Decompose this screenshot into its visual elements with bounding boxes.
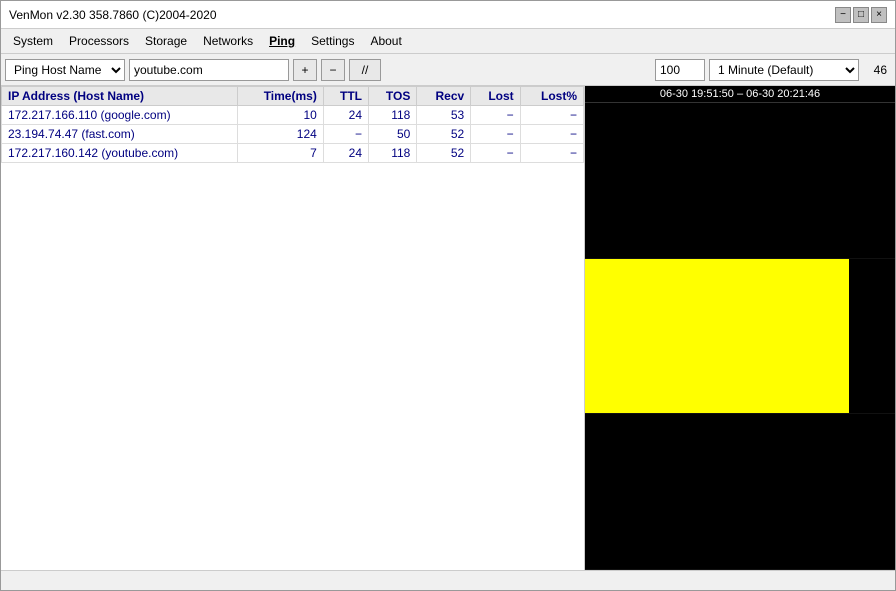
cell-tos: 118	[369, 106, 417, 125]
cell-lost: −	[471, 125, 521, 144]
interval-select[interactable]: 1 Minute (Default) 5 Minutes 15 Minutes …	[709, 59, 859, 81]
cell-recv: 53	[417, 106, 471, 125]
graph-section: 06-30 19:51:50 – 06-30 20:21:46	[585, 86, 895, 570]
cell-ttl: 24	[323, 106, 368, 125]
cell-tos: 50	[369, 125, 417, 144]
cell-time: 7	[238, 144, 323, 163]
col-header-lost-pct: Lost%	[520, 87, 583, 106]
cell-lost-pct: −	[520, 144, 583, 163]
menu-ping[interactable]: Ping	[261, 31, 303, 51]
host-input[interactable]	[129, 59, 289, 81]
cell-ip: 172.217.166.110 (google.com)	[2, 106, 238, 125]
graph-time-range: 06-30 19:51:50 – 06-30 20:21:46	[585, 86, 895, 103]
cell-ttl: 24	[323, 144, 368, 163]
graph-bar	[585, 414, 895, 569]
graph-row-item	[585, 103, 895, 259]
pause-button[interactable]: //	[349, 59, 381, 81]
toolbar: Ping Host Name Ping IP Address + − // 1 …	[1, 54, 895, 86]
title-bar: VenMon v2.30 358.7860 (C)2004-2020 − □ ×	[1, 1, 895, 29]
graph-rows	[585, 103, 895, 570]
cell-ttl: −	[323, 125, 368, 144]
graph-bar	[585, 259, 849, 414]
table-row: 23.194.74.47 (fast.com) 124 − 50 52 − −	[2, 125, 584, 144]
menu-storage[interactable]: Storage	[137, 31, 195, 51]
col-header-ttl: TTL	[323, 87, 368, 106]
table-header-row: IP Address (Host Name) Time(ms) TTL TOS …	[2, 87, 584, 106]
col-header-recv: Recv	[417, 87, 471, 106]
col-header-ip: IP Address (Host Name)	[2, 87, 238, 106]
col-header-lost: Lost	[471, 87, 521, 106]
status-bar	[1, 570, 895, 590]
cell-recv: 52	[417, 144, 471, 163]
menu-bar: System Processors Storage Networks Ping …	[1, 29, 895, 54]
menu-system[interactable]: System	[5, 31, 61, 51]
menu-processors[interactable]: Processors	[61, 31, 137, 51]
host-type-select[interactable]: Ping Host Name Ping IP Address	[5, 59, 125, 81]
cell-lost: −	[471, 144, 521, 163]
ping-count: 46	[863, 63, 891, 77]
graph-row-item	[585, 414, 895, 570]
cell-lost-pct: −	[520, 125, 583, 144]
cell-lost: −	[471, 106, 521, 125]
cell-time: 10	[238, 106, 323, 125]
cell-recv: 52	[417, 125, 471, 144]
count-input[interactable]	[655, 59, 705, 81]
col-header-time: Time(ms)	[238, 87, 323, 106]
col-header-tos: TOS	[369, 87, 417, 106]
menu-networks[interactable]: Networks	[195, 31, 261, 51]
minus-button[interactable]: −	[321, 59, 345, 81]
table-row: 172.217.160.142 (youtube.com) 7 24 118 5…	[2, 144, 584, 163]
graph-bar	[585, 103, 895, 258]
add-button[interactable]: +	[293, 59, 317, 81]
main-content: IP Address (Host Name) Time(ms) TTL TOS …	[1, 86, 895, 570]
main-window: VenMon v2.30 358.7860 (C)2004-2020 − □ ×…	[0, 0, 896, 591]
menu-about[interactable]: About	[362, 31, 409, 51]
cell-ip: 172.217.160.142 (youtube.com)	[2, 144, 238, 163]
table-section: IP Address (Host Name) Time(ms) TTL TOS …	[1, 86, 585, 570]
maximize-button[interactable]: □	[853, 7, 869, 23]
close-button[interactable]: ×	[871, 7, 887, 23]
cell-ip: 23.194.74.47 (fast.com)	[2, 125, 238, 144]
cell-lost-pct: −	[520, 106, 583, 125]
graph-row-item	[585, 259, 895, 415]
cell-tos: 118	[369, 144, 417, 163]
window-title: VenMon v2.30 358.7860 (C)2004-2020	[9, 8, 217, 22]
cell-time: 124	[238, 125, 323, 144]
table-row: 172.217.166.110 (google.com) 10 24 118 5…	[2, 106, 584, 125]
window-controls: − □ ×	[835, 7, 887, 23]
minimize-button[interactable]: −	[835, 7, 851, 23]
menu-settings[interactable]: Settings	[303, 31, 362, 51]
ping-table: IP Address (Host Name) Time(ms) TTL TOS …	[1, 86, 584, 163]
